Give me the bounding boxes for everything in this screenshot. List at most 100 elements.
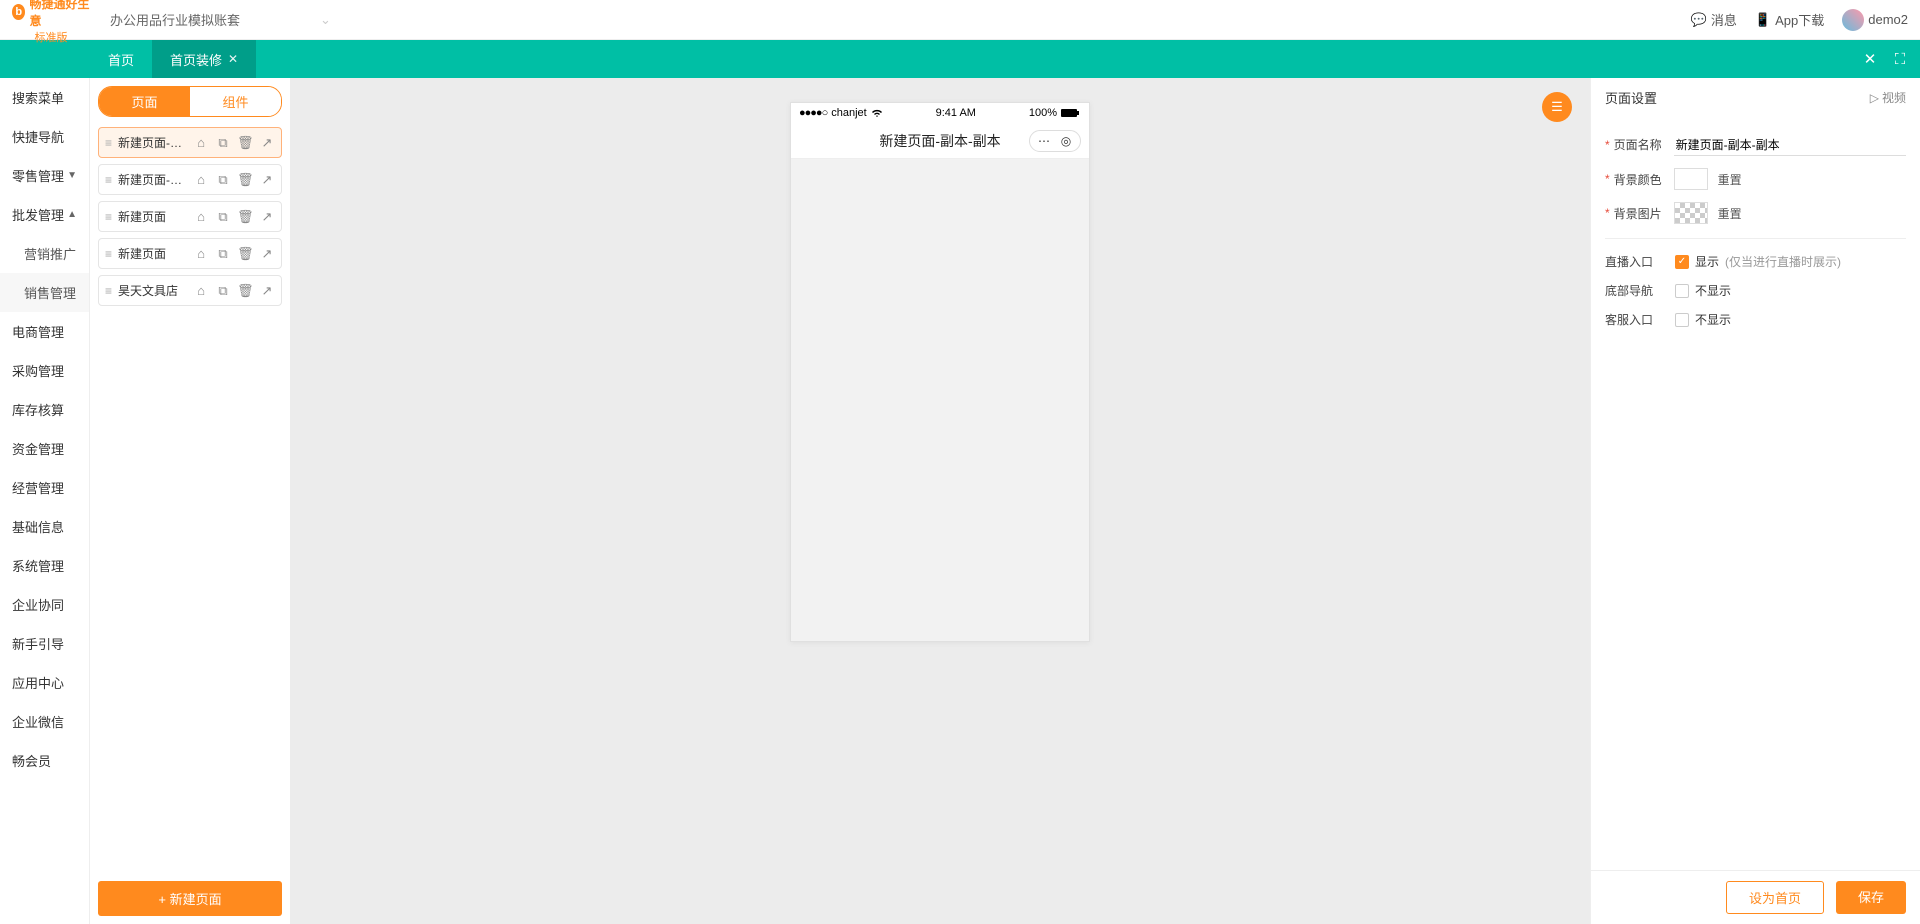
share-icon[interactable]: ↗ xyxy=(259,246,275,262)
sidebar: 搜索菜单 快捷导航 零售管理▼ 批发管理▲ 营销推广 销售管理 电商管理 采购管… xyxy=(0,78,90,924)
caret-down-icon: ▼ xyxy=(67,170,77,181)
save-button[interactable]: 保存 xyxy=(1836,881,1906,914)
sidebar-item-wholesale[interactable]: 批发管理▲ xyxy=(0,195,89,234)
tabbar-close-icon[interactable]: ✕ xyxy=(1860,49,1880,69)
tab-home[interactable]: 首页 xyxy=(90,40,152,78)
phone-icon: 📱 xyxy=(1755,12,1771,28)
live-hint: (仅当进行直播时展示) xyxy=(1725,253,1841,270)
sidebar-item-marketing[interactable]: 营销推广 xyxy=(0,234,89,273)
sidebar-item-basic[interactable]: 基础信息 xyxy=(0,507,89,546)
message-icon: 💬 xyxy=(1691,12,1707,28)
home-icon[interactable]: ⌂ xyxy=(193,172,209,187)
sidebar-item-retail[interactable]: 零售管理▼ xyxy=(0,156,89,195)
bgimg-swatch[interactable] xyxy=(1674,202,1708,224)
avatar xyxy=(1842,9,1864,31)
logo-edition: 标准版 xyxy=(35,29,68,45)
sidebar-item-appcenter[interactable]: 应用中心 xyxy=(0,663,89,702)
copy-icon[interactable]: ⧉ xyxy=(215,283,231,299)
share-icon[interactable]: ↗ xyxy=(259,209,275,225)
page-name: 新建页面-副本... xyxy=(118,134,187,151)
copy-icon[interactable]: ⧉ xyxy=(215,172,231,188)
drag-handle-icon[interactable]: ≡ xyxy=(105,247,112,261)
copy-icon[interactable]: ⧉ xyxy=(215,209,231,225)
bgimg-reset[interactable]: 重置 xyxy=(1718,205,1742,222)
bgcolor-reset[interactable]: 重置 xyxy=(1718,171,1742,188)
bottom-checkbox[interactable]: 不显示 xyxy=(1675,282,1731,299)
sidebar-item-finance[interactable]: 资金管理 xyxy=(0,429,89,468)
share-icon[interactable]: ↗ xyxy=(259,172,275,188)
home-icon[interactable]: ⌂ xyxy=(193,209,209,224)
logo: b 畅捷通好生意 标准版 xyxy=(12,0,90,45)
signal-icon: ●●●●○ xyxy=(799,107,827,119)
sidebar-item-inventory[interactable]: 库存核算 xyxy=(0,390,89,429)
live-checkbox[interactable]: ✓ 显示 xyxy=(1675,253,1719,270)
drag-handle-icon[interactable]: ≡ xyxy=(105,284,112,298)
page-name: 新建页面 xyxy=(118,208,187,225)
status-bar: ●●●●○ chanjet 9:41 AM 100% xyxy=(791,103,1089,123)
cs-checkbox[interactable]: 不显示 xyxy=(1675,311,1731,328)
copy-icon[interactable]: ⧉ xyxy=(215,246,231,262)
sidebar-item-system[interactable]: 系统管理 xyxy=(0,546,89,585)
drag-handle-icon[interactable]: ≡ xyxy=(105,173,112,187)
cs-label: 客服入口 xyxy=(1605,311,1675,328)
delete-icon[interactable]: 🗑 xyxy=(237,172,253,188)
phone-navbar: 新建页面-副本-副本 ⋯ ◎ xyxy=(791,123,1089,159)
delete-icon[interactable]: 🗑 xyxy=(237,246,253,262)
time-label: 9:41 AM xyxy=(883,107,1029,119)
page-row[interactable]: ≡ 新建页面-副本 ⌂ ⧉ 🗑 ↗ xyxy=(98,164,282,195)
sidebar-item-search[interactable]: 搜索菜单 xyxy=(0,78,89,117)
close-icon[interactable]: ✕ xyxy=(228,52,238,66)
delete-icon[interactable]: 🗑 xyxy=(237,283,253,299)
copy-icon[interactable]: ⧉ xyxy=(215,135,231,151)
phone-preview: ●●●●○ chanjet 9:41 AM 100% xyxy=(790,102,1090,642)
sidebar-item-ecom[interactable]: 电商管理 xyxy=(0,312,89,351)
account-select[interactable]: 办公用品行业模拟账套 ⌄ xyxy=(110,10,331,29)
more-icon[interactable]: ⋯ xyxy=(1036,133,1052,149)
share-icon[interactable]: ↗ xyxy=(259,135,275,151)
fullscreen-icon[interactable]: ⛶ xyxy=(1890,49,1910,69)
drag-handle-icon[interactable]: ≡ xyxy=(105,210,112,224)
target-icon[interactable]: ◎ xyxy=(1058,133,1074,149)
page-name: 新建页面-副本 xyxy=(118,171,187,188)
home-icon[interactable]: ⌂ xyxy=(193,135,209,150)
page-row[interactable]: ≡ 新建页面 ⌂ ⧉ 🗑 ↗ xyxy=(98,201,282,232)
drag-handle-icon[interactable]: ≡ xyxy=(105,136,112,150)
sidebar-item-operation[interactable]: 经营管理 xyxy=(0,468,89,507)
sidebar-item-purchase[interactable]: 采购管理 xyxy=(0,351,89,390)
tabbar: 首页 首页装修 ✕ ✕ ⛶ xyxy=(0,40,1920,78)
video-link[interactable]: ▷ 视频 xyxy=(1870,89,1906,106)
sidebar-item-member[interactable]: 畅会员 xyxy=(0,741,89,780)
messages-link[interactable]: 💬 消息 xyxy=(1691,10,1737,29)
settings-title: 页面设置 xyxy=(1605,88,1657,107)
share-icon[interactable]: ↗ xyxy=(259,283,275,299)
set-home-button[interactable]: 设为首页 xyxy=(1726,881,1824,914)
segment-page[interactable]: 页面 xyxy=(99,87,190,116)
sidebar-item-collab[interactable]: 企业协同 xyxy=(0,585,89,624)
checkbox-icon xyxy=(1675,284,1689,298)
user-menu[interactable]: demo2 xyxy=(1842,9,1908,31)
new-page-button[interactable]: + 新建页面 xyxy=(98,881,282,916)
delete-icon[interactable]: 🗑 xyxy=(237,135,253,151)
page-row[interactable]: ≡ 昊天文具店 ⌂ ⧉ 🗑 ↗ xyxy=(98,275,282,306)
tab-decor[interactable]: 首页装修 ✕ xyxy=(152,40,256,78)
page-pane: 页面 组件 ≡ 新建页面-副本... ⌂ ⧉ 🗑 ↗ ≡ 新建页面-副本 ⌂ ⧉ xyxy=(90,78,290,924)
name-label: 页面名称 xyxy=(1614,136,1674,153)
segment-components[interactable]: 组件 xyxy=(190,87,281,116)
sidebar-item-quick[interactable]: 快捷导航 xyxy=(0,117,89,156)
logo-text: 畅捷通好生意 xyxy=(29,0,90,29)
menu-toggle-icon[interactable]: ☰ xyxy=(1542,92,1572,122)
page-name-input[interactable] xyxy=(1674,133,1906,156)
home-icon[interactable]: ⌂ xyxy=(193,283,209,298)
sidebar-item-guide[interactable]: 新手引导 xyxy=(0,624,89,663)
page-row[interactable]: ≡ 新建页面 ⌂ ⧉ 🗑 ↗ xyxy=(98,238,282,269)
phone-title: 新建页面-副本-副本 xyxy=(879,131,1000,151)
bgcolor-swatch[interactable] xyxy=(1674,168,1708,190)
app-download-link[interactable]: 📱 App下载 xyxy=(1755,10,1824,29)
delete-icon[interactable]: 🗑 xyxy=(237,209,253,225)
sidebar-item-wechat[interactable]: 企业微信 xyxy=(0,702,89,741)
live-label: 直播入口 xyxy=(1605,253,1675,270)
chevron-down-icon: ⌄ xyxy=(320,12,331,28)
page-row[interactable]: ≡ 新建页面-副本... ⌂ ⧉ 🗑 ↗ xyxy=(98,127,282,158)
sidebar-item-sales[interactable]: 销售管理 xyxy=(0,273,89,312)
home-icon[interactable]: ⌂ xyxy=(193,246,209,261)
